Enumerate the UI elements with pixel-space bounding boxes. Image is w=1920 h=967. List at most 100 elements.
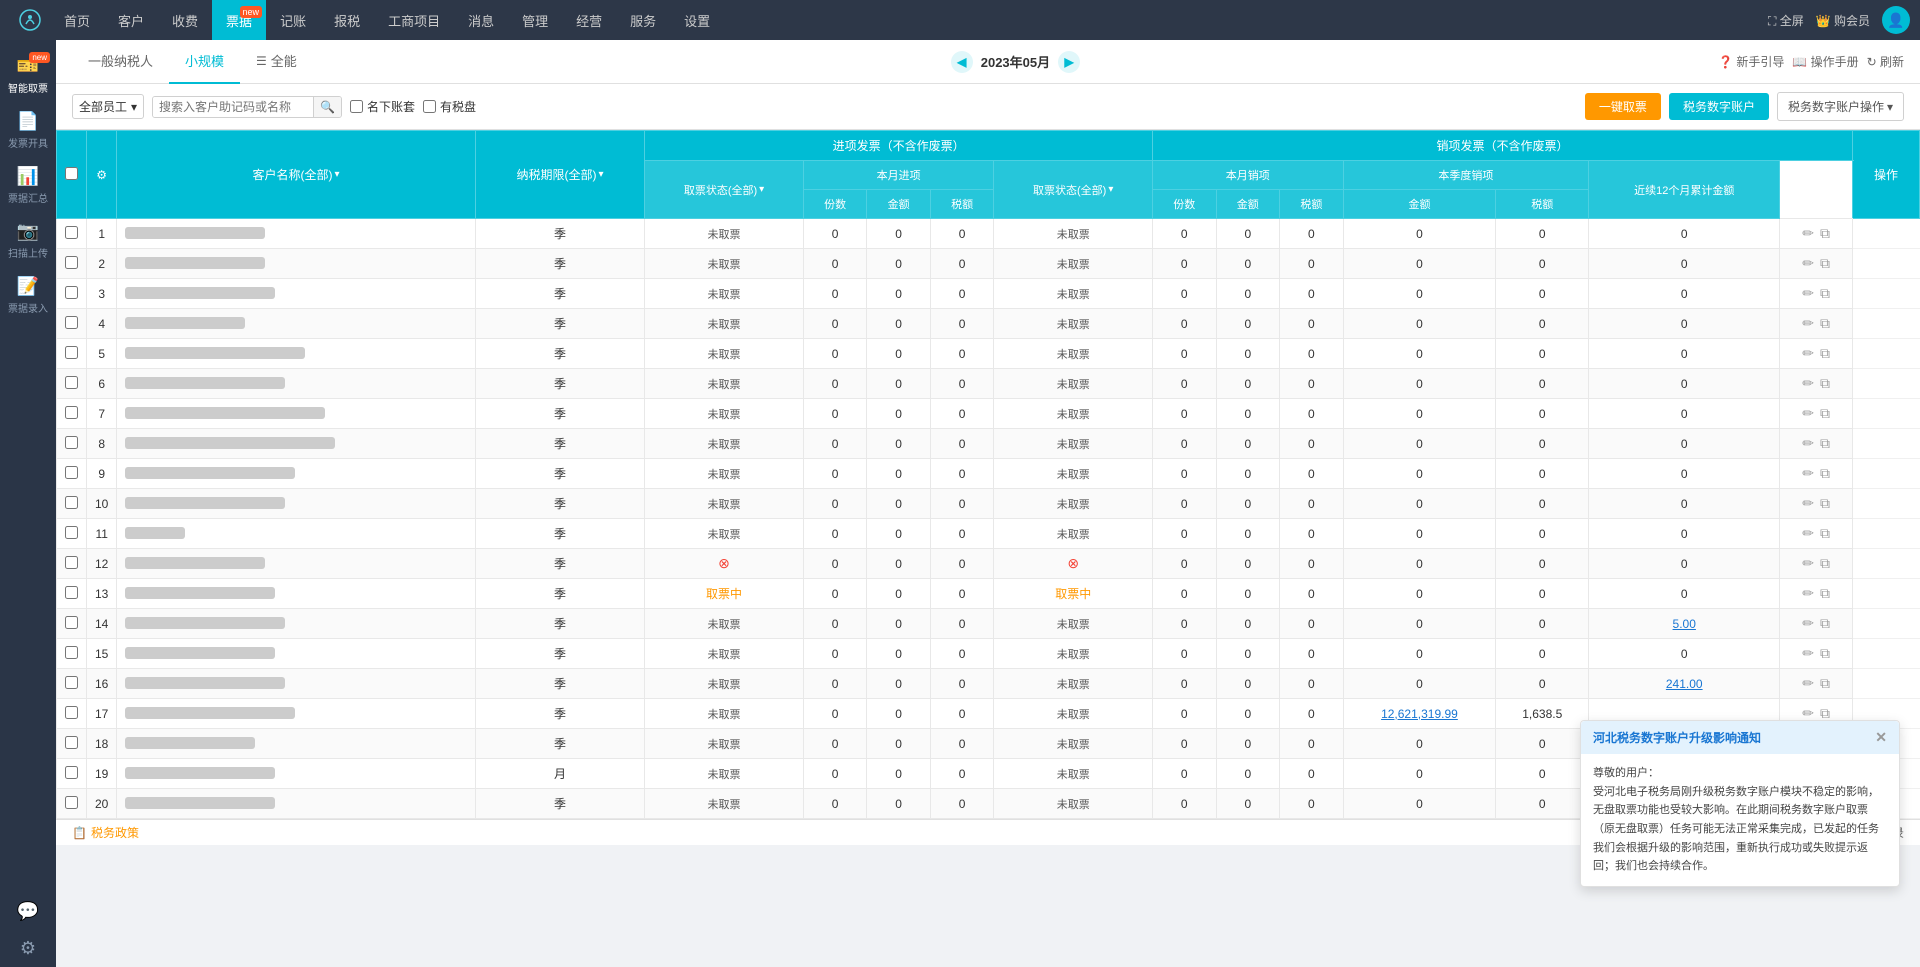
nav-invoice[interactable]: 票据new: [212, 0, 266, 40]
check-taxdisk[interactable]: 有税盘: [423, 98, 476, 115]
refresh-btn[interactable]: ↻ 刷新: [1867, 53, 1904, 70]
period-sort[interactable]: 纳税期限(全部): [516, 166, 603, 183]
row-checkbox[interactable]: [65, 256, 78, 269]
row-checkbox[interactable]: [65, 796, 78, 809]
copy-icon[interactable]: ⧉: [1820, 615, 1830, 632]
select-all-checkbox[interactable]: [65, 167, 78, 180]
row-checkbox[interactable]: [65, 736, 78, 749]
vip-btn[interactable]: 👑 购会员: [1816, 12, 1870, 29]
nav-business[interactable]: 工商项目: [374, 0, 454, 40]
row-checkbox[interactable]: [65, 616, 78, 629]
row-checkbox[interactable]: [65, 556, 78, 569]
edit-icon[interactable]: ✏: [1802, 315, 1814, 332]
check-taxdisk-input[interactable]: [423, 100, 436, 113]
fullscreen-btn[interactable]: ⛶ 全屏: [1768, 12, 1804, 29]
search-button[interactable]: 🔍: [313, 97, 341, 117]
tab-small-scale[interactable]: 小规模: [169, 40, 240, 84]
copy-icon[interactable]: ⧉: [1820, 285, 1830, 302]
check-myaccount-input[interactable]: [350, 100, 363, 113]
one-click-btn[interactable]: 一键取票: [1585, 93, 1661, 120]
nav-operation[interactable]: 经营: [562, 0, 616, 40]
edit-icon[interactable]: ✏: [1802, 555, 1814, 572]
row-checkbox[interactable]: [65, 436, 78, 449]
row-checkbox[interactable]: [65, 496, 78, 509]
copy-icon[interactable]: ⧉: [1820, 405, 1830, 422]
nav-customer[interactable]: 客户: [104, 0, 158, 40]
next-month-btn[interactable]: ▶: [1058, 51, 1080, 73]
copy-icon[interactable]: ⧉: [1820, 255, 1830, 272]
edit-icon[interactable]: ✏: [1802, 585, 1814, 602]
row-checkbox[interactable]: [65, 406, 78, 419]
digital-account-btn[interactable]: 税务数字账户: [1669, 93, 1769, 120]
edit-icon[interactable]: ✏: [1802, 435, 1814, 452]
sidebar-item-entry[interactable]: 📝 票据录入: [0, 268, 56, 323]
edit-icon[interactable]: ✏: [1802, 285, 1814, 302]
nav-service[interactable]: 服务: [616, 0, 670, 40]
copy-icon[interactable]: ⧉: [1820, 375, 1830, 392]
tab-general-taxpayer[interactable]: 一般纳税人: [72, 40, 169, 84]
edit-icon[interactable]: ✏: [1802, 615, 1814, 632]
copy-icon[interactable]: ⧉: [1820, 525, 1830, 542]
policy-link[interactable]: 📋 税务政策: [72, 824, 139, 841]
edit-icon[interactable]: ✏: [1802, 465, 1814, 482]
sidebar-item-smart-invoice[interactable]: new 🎫 智能取票: [0, 48, 56, 103]
copy-icon[interactable]: ⧉: [1820, 315, 1830, 332]
row-checkbox[interactable]: [65, 766, 78, 779]
tab-all[interactable]: ☰全能: [240, 40, 313, 84]
prev-month-btn[interactable]: ◀: [951, 51, 973, 73]
nav-message[interactable]: 消息: [454, 0, 508, 40]
nav-fee[interactable]: 收费: [158, 0, 212, 40]
search-input[interactable]: [153, 97, 313, 117]
row-checkbox[interactable]: [65, 316, 78, 329]
copy-icon[interactable]: ⧉: [1820, 645, 1830, 662]
edit-icon[interactable]: ✏: [1802, 675, 1814, 692]
popup-close-btn[interactable]: ✕: [1875, 729, 1887, 746]
row-checkbox[interactable]: [65, 526, 78, 539]
copy-icon[interactable]: ⧉: [1820, 675, 1830, 692]
nav-home[interactable]: 首页: [50, 0, 104, 40]
row-checkbox[interactable]: [65, 286, 78, 299]
check-myaccount[interactable]: 名下账套: [350, 98, 415, 115]
nav-tax[interactable]: 报税: [320, 0, 374, 40]
avatar[interactable]: 👤: [1882, 6, 1910, 34]
edit-icon[interactable]: ✏: [1802, 255, 1814, 272]
copy-icon[interactable]: ⧉: [1820, 465, 1830, 482]
edit-icon[interactable]: ✏: [1802, 525, 1814, 542]
sidebar-item-message[interactable]: 💬: [0, 893, 56, 930]
edit-icon[interactable]: ✏: [1802, 345, 1814, 362]
row-checkbox[interactable]: [65, 466, 78, 479]
cumulative-link[interactable]: 5.00: [1673, 617, 1696, 631]
employee-filter[interactable]: 全部员工 ▾: [72, 94, 144, 119]
row-checkbox[interactable]: [65, 346, 78, 359]
copy-icon[interactable]: ⧉: [1820, 495, 1830, 512]
copy-icon[interactable]: ⧉: [1820, 585, 1830, 602]
cumulative-link[interactable]: 241.00: [1666, 677, 1703, 691]
nav-settings[interactable]: 设置: [670, 0, 724, 40]
row-checkbox[interactable]: [65, 376, 78, 389]
row-checkbox[interactable]: [65, 646, 78, 659]
sidebar-item-open-invoice[interactable]: 📄 发票开具: [0, 103, 56, 158]
sidebar-item-settings[interactable]: ⚙: [0, 930, 56, 967]
nav-manage[interactable]: 管理: [508, 0, 562, 40]
edit-icon[interactable]: ✏: [1802, 495, 1814, 512]
copy-icon[interactable]: ⧉: [1820, 555, 1830, 572]
edit-icon[interactable]: ✏: [1802, 225, 1814, 242]
copy-icon[interactable]: ⧉: [1820, 225, 1830, 242]
row-checkbox[interactable]: [65, 226, 78, 239]
row-checkbox[interactable]: [65, 586, 78, 599]
row-checkbox[interactable]: [65, 706, 78, 719]
sidebar-item-scan[interactable]: 📷 扫描上传: [0, 213, 56, 268]
edit-icon[interactable]: ✏: [1802, 405, 1814, 422]
row-checkbox[interactable]: [65, 676, 78, 689]
manual-btn[interactable]: 📖 操作手册: [1792, 53, 1858, 70]
nav-bookkeeping[interactable]: 记账: [266, 0, 320, 40]
guide-btn[interactable]: ❓ 新手引导: [1718, 53, 1784, 70]
edit-icon[interactable]: ✏: [1802, 375, 1814, 392]
q-amount-link[interactable]: 12,621,319.99: [1381, 707, 1458, 721]
copy-icon[interactable]: ⧉: [1820, 345, 1830, 362]
edit-icon[interactable]: ✏: [1802, 645, 1814, 662]
customer-sort[interactable]: 客户名称(全部): [253, 166, 340, 183]
digital-ops-btn[interactable]: 税务数字账户操作 ▾: [1777, 92, 1904, 121]
sidebar-item-summary[interactable]: 📊 票据汇总: [0, 158, 56, 213]
copy-icon[interactable]: ⧉: [1820, 435, 1830, 452]
